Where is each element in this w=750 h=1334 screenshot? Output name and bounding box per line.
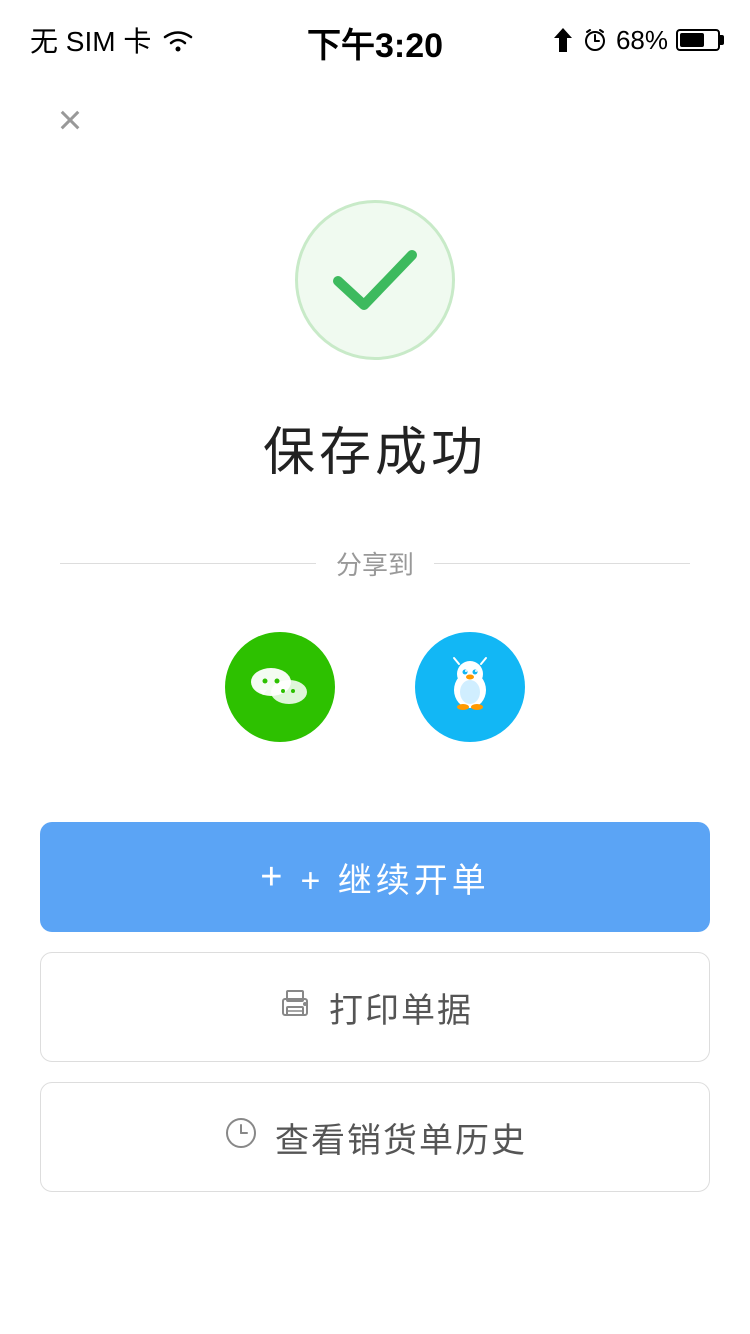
action-buttons: + + 继续开单 打印单据 (0, 822, 750, 1192)
alarm-icon (582, 27, 608, 53)
time-display: 下午3:20 (307, 18, 443, 67)
battery-indicator (676, 29, 720, 51)
checkmark-icon (330, 245, 420, 315)
wechat-icon (245, 652, 315, 722)
share-divider: 分享到 (0, 545, 750, 582)
share-label: 分享到 (316, 545, 434, 582)
success-area: 保存成功 分享到 (0, 100, 750, 1192)
success-title: 保存成功 (263, 410, 487, 485)
continue-label: + 继续开单 (300, 853, 489, 902)
share-icons (225, 632, 525, 742)
battery-percent: 68% (616, 25, 668, 56)
system-icons: 68% (552, 25, 720, 56)
qq-icon (439, 656, 501, 718)
location-icon (552, 26, 574, 54)
carrier-info: 无 SIM 卡 (30, 20, 195, 60)
success-circle (295, 200, 455, 360)
status-bar: 无 SIM 卡 下午3:20 68% (0, 0, 750, 80)
divider-left (60, 563, 316, 564)
printer-icon (277, 985, 313, 1030)
carrier-text: 无 SIM 卡 (30, 20, 151, 60)
wechat-share-button[interactable] (225, 632, 335, 742)
close-icon: × (58, 99, 83, 141)
history-label: 查看销货单历史 (275, 1113, 527, 1162)
qq-share-button[interactable] (415, 632, 525, 742)
divider-right (434, 563, 690, 564)
wifi-icon (161, 27, 195, 53)
print-label: 打印单据 (329, 983, 473, 1032)
history-button[interactable]: 查看销货单历史 (40, 1082, 710, 1192)
print-button[interactable]: 打印单据 (40, 952, 710, 1062)
history-icon (223, 1115, 259, 1160)
main-content: × 保存成功 分享到 (0, 80, 750, 1192)
continue-button[interactable]: + + 继续开单 (40, 822, 710, 932)
continue-icon: + (260, 856, 284, 899)
close-button[interactable]: × (40, 90, 100, 150)
